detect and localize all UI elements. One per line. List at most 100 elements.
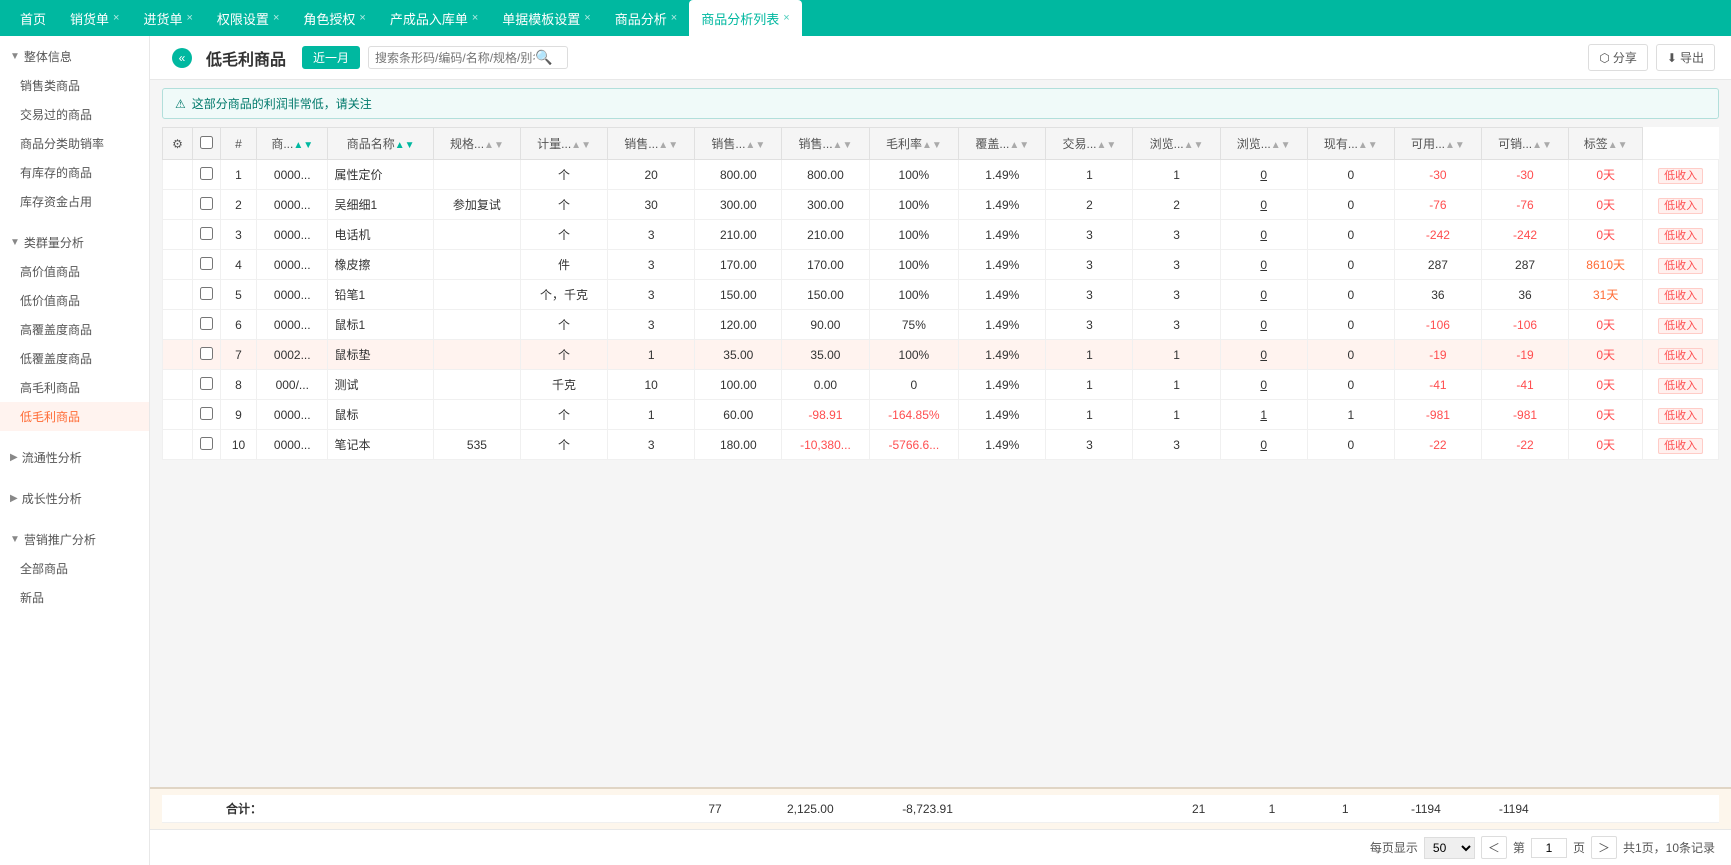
cell-checkbox[interactable] [193,370,221,400]
sidebar-item-traded-goods[interactable]: 交易过的商品 [0,100,149,129]
sidebar-item-all-products[interactable]: 全部商品 [0,554,149,583]
sidebar-item-new-products[interactable]: 新品 [0,583,149,612]
col-sale-amt[interactable]: 销售...▲▼ [695,128,782,160]
nav-role-auth[interactable]: 角色授权 × [291,0,377,36]
sidebar-item-low-coverage[interactable]: 低覆盖度商品 [0,344,149,373]
sidebar-collapse-button[interactable]: « [172,48,192,68]
nav-permissions[interactable]: 权限设置 × [205,0,291,36]
sidebar-item-high-profit[interactable]: 高毛利商品 [0,373,149,402]
share-button[interactable]: ⬡ 分享 [1588,44,1648,71]
sidebar-group-overview[interactable]: ▼ 整体信息 [0,42,149,71]
cell-checkbox[interactable] [193,250,221,280]
page-number-input[interactable] [1531,838,1567,858]
page-size-select[interactable]: 50 20 100 [1424,837,1475,859]
cell-browse1[interactable]: 0 [1220,160,1307,190]
search-input[interactable] [375,51,535,65]
sidebar-item-low-value[interactable]: 低价值商品 [0,286,149,315]
row-checkbox[interactable] [200,167,213,180]
sidebar-group-marketing[interactable]: ▼ 营销推广分析 [0,525,149,554]
cell-checkbox[interactable] [193,310,221,340]
sidebar-item-inventory-goods[interactable]: 有库存的商品 [0,158,149,187]
close-role-auth-icon[interactable]: × [359,12,365,24]
cell-browse1[interactable]: 0 [1220,190,1307,220]
cell-browse1[interactable]: 0 [1220,280,1307,310]
row-checkbox[interactable] [200,257,213,270]
search-box: 🔍 [368,46,568,69]
col-browse2[interactable]: 浏览...▲▼ [1220,128,1307,160]
col-select-all[interactable] [193,128,221,160]
close-sales-icon[interactable]: × [113,12,119,24]
col-current[interactable]: 现有...▲▼ [1307,128,1394,160]
cell-browse1[interactable]: 0 [1220,220,1307,250]
sidebar-group-circulation[interactable]: ▶ 流通性分析 [0,443,149,472]
col-settings[interactable]: ⚙ [163,128,193,160]
nav-purchase[interactable]: 进货单 × [131,0,204,36]
cell-browse1[interactable]: 0 [1220,370,1307,400]
sidebar-item-high-value[interactable]: 高价值商品 [0,257,149,286]
close-finished-goods-icon[interactable]: × [472,12,478,24]
col-coverage[interactable]: 覆盖...▲▼ [959,128,1046,160]
col-product-name[interactable]: 商品名称▲▼ [328,128,433,160]
col-unit[interactable]: 计量...▲▼ [521,128,608,160]
cell-checkbox[interactable] [193,280,221,310]
cell-browse1[interactable]: 1 [1220,400,1307,430]
cell-browse1[interactable]: 0 [1220,430,1307,460]
row-checkbox[interactable] [200,347,213,360]
cell-coverage: 1 [1046,160,1133,190]
row-checkbox[interactable] [200,227,213,240]
cell-checkbox[interactable] [193,190,221,220]
row-checkbox[interactable] [200,197,213,210]
col-browse1[interactable]: 浏览...▲▼ [1133,128,1220,160]
cell-checkbox[interactable] [193,340,221,370]
sidebar-group-cluster[interactable]: ▼ 类群量分析 [0,228,149,257]
sidebar-group-growth[interactable]: ▶ 成长性分析 [0,484,149,513]
cell-sale-rate: 100% [869,160,959,190]
cell-checkbox[interactable] [193,430,221,460]
close-permissions-icon[interactable]: × [273,12,279,24]
row-checkbox[interactable] [200,377,213,390]
close-template-icon[interactable]: × [584,12,590,24]
filter-recent-month-button[interactable]: 近一月 [302,46,360,69]
close-purchase-icon[interactable]: × [186,12,192,24]
cell-tag: 低收入 [1643,220,1719,250]
col-gross-rate[interactable]: 毛利率▲▼ [869,128,959,160]
prev-page-button[interactable]: ＜ [1481,836,1507,859]
col-trade[interactable]: 交易...▲▼ [1046,128,1133,160]
row-checkbox[interactable] [200,437,213,450]
cell-checkbox[interactable] [193,220,221,250]
nav-product-analysis-list[interactable]: 商品分析列表 × [689,0,801,36]
col-available[interactable]: 可用...▲▼ [1394,128,1481,160]
close-product-analysis-icon[interactable]: × [671,12,677,24]
nav-home[interactable]: 首页 [8,0,58,36]
sidebar-item-category-rate[interactable]: 商品分类助销率 [0,129,149,158]
col-sale-qty[interactable]: 销售...▲▼ [608,128,695,160]
next-page-button[interactable]: ＞ [1591,836,1617,859]
sidebar-item-sales-goods[interactable]: 销售类商品 [0,71,149,100]
col-product-code[interactable]: 商...▲▼ [257,128,328,160]
sidebar-item-high-coverage[interactable]: 高覆盖度商品 [0,315,149,344]
select-all-checkbox[interactable] [200,136,213,149]
nav-product-analysis[interactable]: 商品分析 × [603,0,689,36]
cell-checkbox[interactable] [193,400,221,430]
cell-checkbox[interactable] [193,160,221,190]
row-checkbox[interactable] [200,407,213,420]
col-spec[interactable]: 规格...▲▼ [433,128,520,160]
cell-unit: 个，千克 [521,280,608,310]
footer-spec-cell [503,795,591,823]
cell-browse1[interactable]: 0 [1220,310,1307,340]
cell-browse1[interactable]: 0 [1220,250,1307,280]
sidebar-item-inventory-capital[interactable]: 库存资金占用 [0,187,149,216]
export-button[interactable]: ⬇ 导出 [1656,44,1715,71]
cell-current: -30 [1394,160,1481,190]
col-saleable[interactable]: 可销...▲▼ [1481,128,1568,160]
cell-browse1[interactable]: 0 [1220,340,1307,370]
sidebar-item-low-profit[interactable]: 低毛利商品 [0,402,149,431]
col-sale-profit[interactable]: 销售...▲▼ [782,128,869,160]
nav-finished-goods[interactable]: 产成品入库单 × [378,0,490,36]
nav-sales[interactable]: 销货单 × [58,0,131,36]
col-tag[interactable]: 标签▲▼ [1569,128,1643,160]
row-checkbox[interactable] [200,317,213,330]
nav-template-settings[interactable]: 单据模板设置 × [490,0,602,36]
close-product-list-icon[interactable]: × [783,12,789,24]
row-checkbox[interactable] [200,287,213,300]
